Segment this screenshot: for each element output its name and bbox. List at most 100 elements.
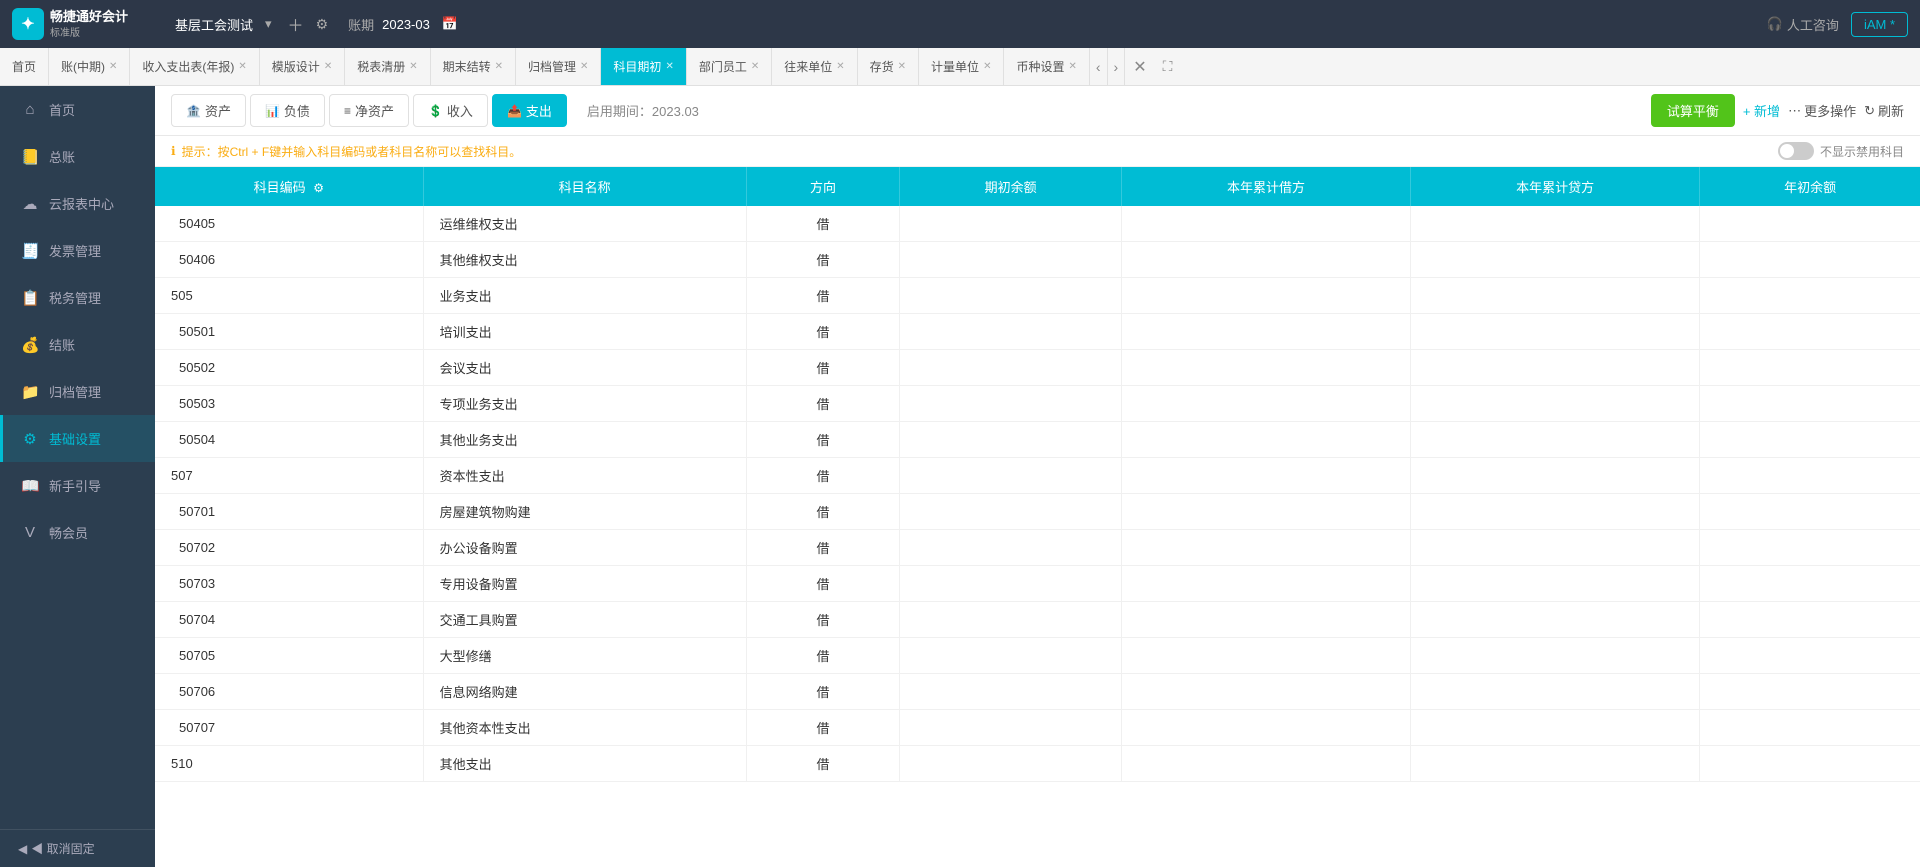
table-row[interactable]: 50406 其他维权支出 借 xyxy=(155,242,1920,278)
cell-ytd-credit[interactable] xyxy=(1411,386,1700,422)
cell-ytd-credit[interactable] xyxy=(1411,422,1700,458)
cell-ytd-credit[interactable] xyxy=(1411,530,1700,566)
cell-ytd-credit[interactable] xyxy=(1411,206,1700,242)
subtab-income[interactable]: 💲 收入 xyxy=(413,94,488,127)
cell-opening-balance[interactable] xyxy=(1700,746,1920,782)
cell-ytd-credit[interactable] xyxy=(1411,674,1700,710)
cell-ytd-credit[interactable] xyxy=(1411,494,1700,530)
cell-ytd-credit[interactable] xyxy=(1411,314,1700,350)
cell-opening-balance[interactable] xyxy=(1700,350,1920,386)
cell-ytd-credit[interactable] xyxy=(1411,746,1700,782)
cell-ytd-debit[interactable] xyxy=(1121,314,1410,350)
more-button[interactable]: ⋯ 更多操作 xyxy=(1788,101,1856,120)
cell-opening-balance[interactable] xyxy=(1700,206,1920,242)
cell-opening-balance[interactable] xyxy=(1700,530,1920,566)
cell-opening-balance[interactable] xyxy=(1700,458,1920,494)
cell-init-balance[interactable] xyxy=(900,530,1121,566)
tab-mid-period-close[interactable]: ✕ xyxy=(109,61,117,72)
cell-opening-balance[interactable] xyxy=(1700,314,1920,350)
cell-ytd-credit[interactable] xyxy=(1411,710,1700,746)
cell-opening-balance[interactable] xyxy=(1700,242,1920,278)
cell-init-balance[interactable] xyxy=(900,494,1121,530)
table-row[interactable]: 50503 专项业务支出 借 xyxy=(155,386,1920,422)
cell-ytd-debit[interactable] xyxy=(1121,530,1410,566)
subtab-asset[interactable]: 🏦 资产 xyxy=(171,94,246,127)
cell-init-balance[interactable] xyxy=(900,710,1121,746)
cell-ytd-debit[interactable] xyxy=(1121,242,1410,278)
project-dropdown-icon[interactable]: ▾ xyxy=(265,16,272,32)
sidebar-pin-button[interactable]: ◀ ◀ 取消固定 xyxy=(0,829,155,867)
tabs-prev-button[interactable]: ‹ xyxy=(1090,48,1108,85)
table-row[interactable]: 505 业务支出 借 xyxy=(155,278,1920,314)
iamstar-button[interactable]: iAM * xyxy=(1851,12,1908,37)
sidebar-item-settings[interactable]: ⚙ 基础设置 xyxy=(0,415,155,462)
cell-ytd-debit[interactable] xyxy=(1121,422,1410,458)
table-row[interactable]: 50707 其他资本性支出 借 xyxy=(155,710,1920,746)
table-row[interactable]: 50504 其他业务支出 借 xyxy=(155,422,1920,458)
tab-measure-close[interactable]: ✕ xyxy=(983,61,991,72)
cell-ytd-debit[interactable] xyxy=(1121,386,1410,422)
cell-init-balance[interactable] xyxy=(900,242,1121,278)
sidebar-item-reports[interactable]: ☁ 云报表中心 xyxy=(0,180,155,227)
cell-ytd-debit[interactable] xyxy=(1121,206,1410,242)
tab-tax-close[interactable]: ✕ xyxy=(409,61,417,72)
cell-opening-balance[interactable] xyxy=(1700,386,1920,422)
cell-ytd-debit[interactable] xyxy=(1121,350,1410,386)
refresh-button[interactable]: ↻ 刷新 xyxy=(1864,101,1904,120)
table-row[interactable]: 50702 办公设备购置 借 xyxy=(155,530,1920,566)
tab-measure[interactable]: 计量单位 ✕ xyxy=(919,48,1004,85)
cell-init-balance[interactable] xyxy=(900,278,1121,314)
cell-ytd-credit[interactable] xyxy=(1411,278,1700,314)
cell-opening-balance[interactable] xyxy=(1700,422,1920,458)
cell-init-balance[interactable] xyxy=(900,314,1121,350)
tab-counterparty-close[interactable]: ✕ xyxy=(836,61,844,72)
cell-init-balance[interactable] xyxy=(900,602,1121,638)
period-calendar-icon[interactable]: 📅 xyxy=(442,16,458,32)
cell-ytd-debit[interactable] xyxy=(1121,602,1410,638)
cell-init-balance[interactable] xyxy=(900,674,1121,710)
subtab-net-asset[interactable]: ≡ 净资产 xyxy=(329,94,409,127)
sidebar-item-archive[interactable]: 📁 归档管理 xyxy=(0,368,155,415)
cell-ytd-debit[interactable] xyxy=(1121,278,1410,314)
sidebar-item-ledger[interactable]: 📒 总账 xyxy=(0,133,155,180)
table-row[interactable]: 50704 交通工具购置 借 xyxy=(155,602,1920,638)
tab-inventory[interactable]: 存货 ✕ xyxy=(858,48,919,85)
table-row[interactable]: 50701 房屋建筑物购建 借 xyxy=(155,494,1920,530)
disable-toggle[interactable] xyxy=(1778,142,1814,160)
cell-opening-balance[interactable] xyxy=(1700,674,1920,710)
tab-period-end[interactable]: 期末结转 ✕ xyxy=(431,48,516,85)
table-row[interactable]: 50705 大型修缮 借 xyxy=(155,638,1920,674)
tabs-expand-button[interactable]: ⛶ xyxy=(1155,48,1181,85)
cell-ytd-credit[interactable] xyxy=(1411,602,1700,638)
tab-department-close[interactable]: ✕ xyxy=(751,61,759,72)
cell-init-balance[interactable] xyxy=(900,386,1121,422)
add-button[interactable]: + 新增 xyxy=(1743,101,1780,120)
cell-ytd-credit[interactable] xyxy=(1411,638,1700,674)
tab-subject-init-close[interactable]: ✕ xyxy=(665,61,673,72)
sidebar-item-home[interactable]: ⌂ 首页 xyxy=(0,86,155,133)
calc-balance-button[interactable]: 试算平衡 xyxy=(1651,94,1735,127)
cell-opening-balance[interactable] xyxy=(1700,602,1920,638)
cell-ytd-credit[interactable] xyxy=(1411,458,1700,494)
tab-template[interactable]: 模版设计 ✕ xyxy=(260,48,345,85)
tab-inventory-close[interactable]: ✕ xyxy=(898,61,906,72)
customer-service-button[interactable]: 🎧 人工咨询 xyxy=(1767,15,1839,34)
sidebar-item-member[interactable]: V 畅会员 xyxy=(0,509,155,556)
cell-init-balance[interactable] xyxy=(900,350,1121,386)
sidebar-item-invoice[interactable]: 🧾 发票管理 xyxy=(0,227,155,274)
cell-ytd-debit[interactable] xyxy=(1121,674,1410,710)
cell-ytd-debit[interactable] xyxy=(1121,638,1410,674)
tabs-next-button[interactable]: › xyxy=(1108,48,1126,85)
sidebar-item-tax[interactable]: 📋 税务管理 xyxy=(0,274,155,321)
tab-template-close[interactable]: ✕ xyxy=(324,61,332,72)
cell-ytd-credit[interactable] xyxy=(1411,242,1700,278)
tab-currency[interactable]: 币种设置 ✕ xyxy=(1004,48,1089,85)
cell-opening-balance[interactable] xyxy=(1700,494,1920,530)
cell-opening-balance[interactable] xyxy=(1700,710,1920,746)
cell-init-balance[interactable] xyxy=(900,206,1121,242)
tab-archive[interactable]: 归档管理 ✕ xyxy=(516,48,601,85)
table-row[interactable]: 507 资本性支出 借 xyxy=(155,458,1920,494)
sidebar-item-closing[interactable]: 💰 结账 xyxy=(0,321,155,368)
tab-period-end-close[interactable]: ✕ xyxy=(495,61,503,72)
cell-init-balance[interactable] xyxy=(900,422,1121,458)
